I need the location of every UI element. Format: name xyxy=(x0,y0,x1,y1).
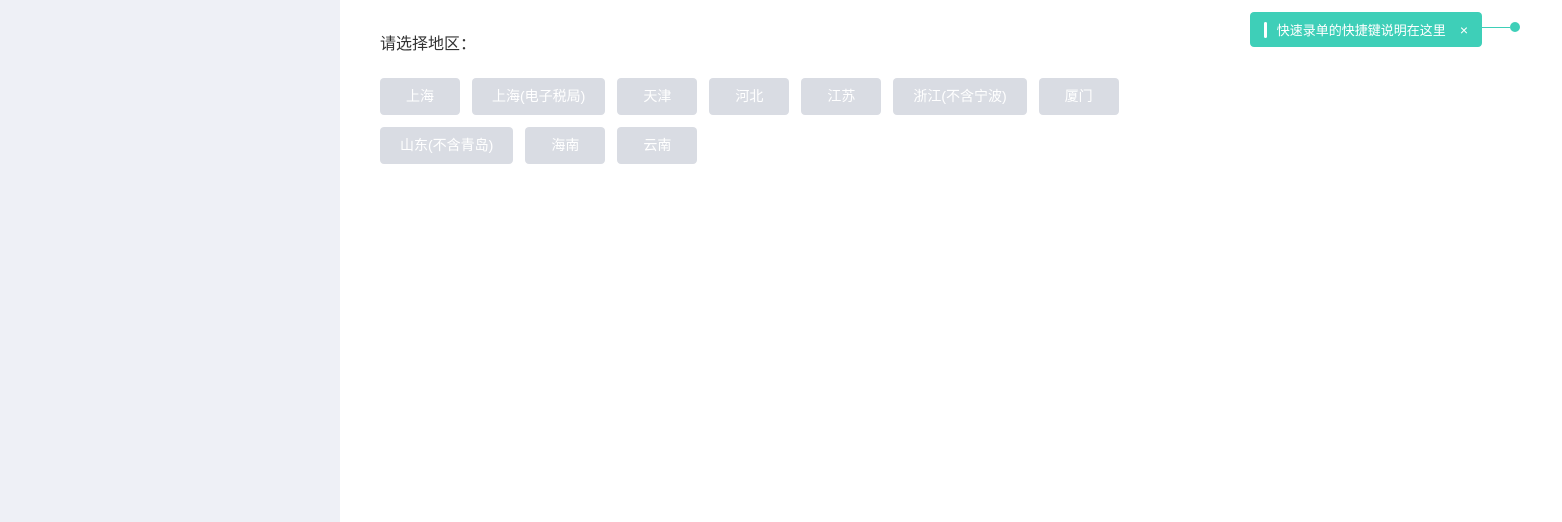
sidebar xyxy=(0,0,340,522)
tooltip-connector-line xyxy=(1482,27,1510,28)
region-btn-shandong[interactable]: 山东(不含青岛) xyxy=(380,127,513,164)
region-btn-hainan[interactable]: 海南 xyxy=(525,127,605,164)
region-btn-tianjin[interactable]: 天津 xyxy=(617,78,697,115)
tooltip-text: 快速录单的快捷键说明在这里 xyxy=(1277,20,1446,39)
region-row-2: 山东(不含青岛) 海南 云南 xyxy=(380,127,1522,164)
tooltip-indicator-dot xyxy=(1510,22,1520,32)
tooltip-close-button[interactable]: × xyxy=(1460,22,1468,38)
region-row-1: 上海 上海(电子税局) 天津 河北 江苏 浙江(不含宁波) 厦门 xyxy=(380,78,1522,115)
region-btn-zhejiang[interactable]: 浙江(不含宁波) xyxy=(893,78,1026,115)
region-btn-shanghai-etax[interactable]: 上海(电子税局) xyxy=(472,78,605,115)
region-btn-hebei[interactable]: 河北 xyxy=(709,78,789,115)
region-btn-xiamen[interactable]: 厦门 xyxy=(1039,78,1119,115)
main-content: 请选择地区： 上海 上海(电子税局) 天津 河北 江苏 浙江(不含宁波) 厦门 … xyxy=(340,0,1562,522)
region-btn-jiangsu[interactable]: 江苏 xyxy=(801,78,881,115)
region-btn-yunnan[interactable]: 云南 xyxy=(617,127,697,164)
tooltip-banner: 快速录单的快捷键说明在这里 × xyxy=(1250,12,1482,47)
region-btn-shanghai[interactable]: 上海 xyxy=(380,78,460,115)
